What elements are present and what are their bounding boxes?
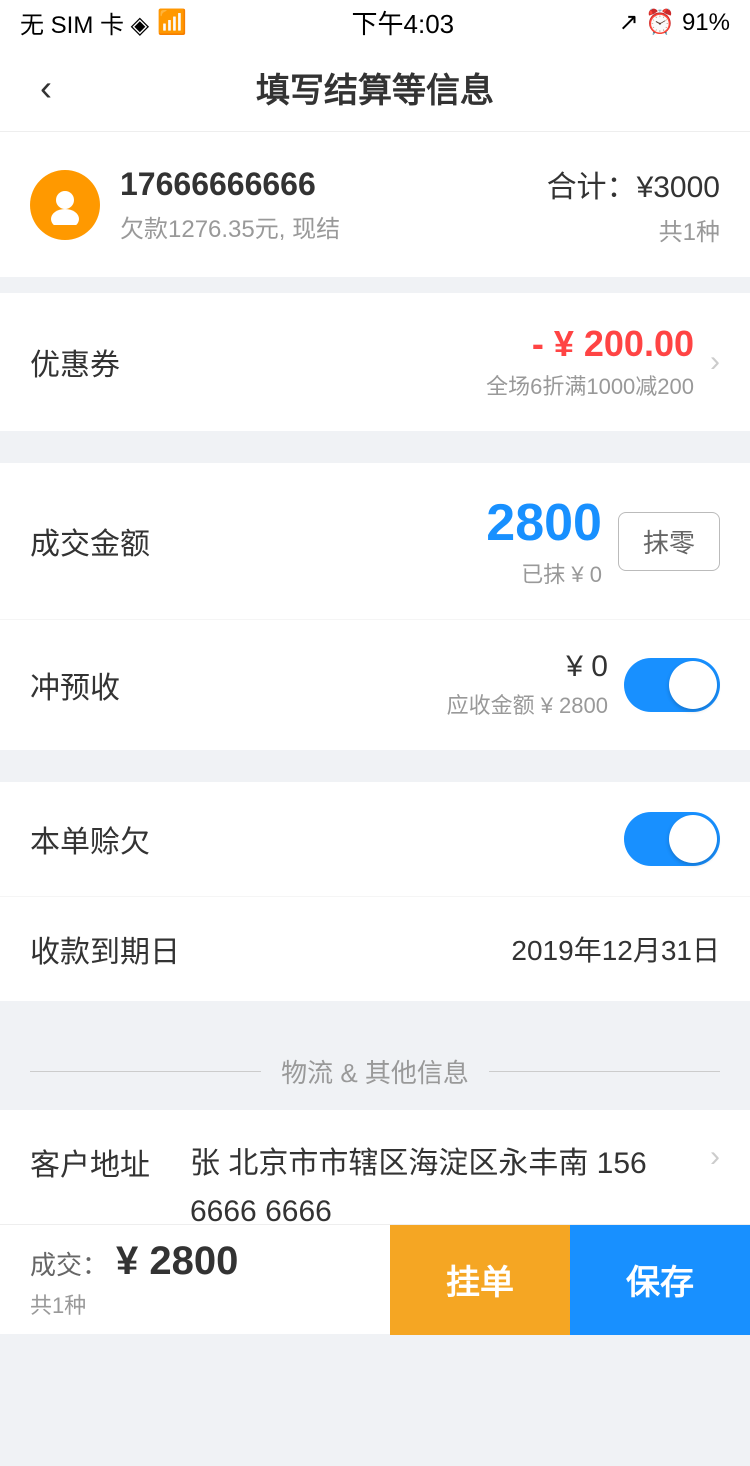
separator-2 [0,766,750,782]
already-rounded: 已抹 ¥ 0 [486,557,602,589]
customer-debt: 欠款1276.35元, 现结 [120,209,340,244]
footer-info: 成交： ¥ 2800 共1种 [0,1239,390,1320]
customer-left: 17666666666 欠款1276.35元, 现结 [30,166,340,244]
save-button[interactable]: 保存 [570,1225,750,1335]
advance-right: ¥ 0 应收金额 ¥ 2800 [447,650,720,720]
deal-amount-right: 2800 已抹 ¥ 0 抹零 [486,493,720,589]
status-right: ↗ ⏰ 91% [619,8,730,37]
back-button[interactable]: ‹ [30,57,62,119]
footer: 成交： ¥ 2800 共1种 挂单 保存 [0,1224,750,1334]
discount-desc: 全场6折满1000减200 [486,369,694,401]
deal-amount-section: 成交金额 2800 已抹 ¥ 0 抹零 冲预收 ¥ 0 应收金额 ¥ 2800 [0,463,750,750]
address-chevron-icon: › [710,1140,720,1174]
divider-line-right [489,1071,720,1072]
debt-toggle-knob [669,815,717,863]
status-time: 下午4:03 [352,4,455,41]
item-count: 共1种 [547,212,720,247]
separator-1 [0,447,750,463]
footer-deal: 成交： ¥ 2800 [30,1239,360,1284]
deal-amount-row: 成交金额 2800 已抹 ¥ 0 抹零 [0,463,750,620]
customer-total: 合计：¥3000 共1种 [547,162,720,247]
avatar [30,170,100,240]
divider-line-left [30,1071,261,1072]
coupon-label: 优惠券 [30,340,120,384]
total-amount: 合计：¥3000 [547,162,720,206]
footer-count: 共1种 [30,1288,360,1320]
logistics-divider: 物流 & 其他信息 [0,1033,750,1110]
due-date-value: 2019年12月31日 [511,929,720,969]
discount-value: - ¥ 200.00 [486,323,694,365]
debt-toggle[interactable] [624,812,720,866]
separator-3 [0,1017,750,1033]
debt-right [624,812,720,866]
coupon-section: 优惠券 - ¥ 200.00 全场6折满1000减200 › [0,293,750,431]
debt-section: 本单赊欠 收款到期日 2019年12月31日 [0,782,750,1001]
advance-sub: 应收金额 ¥ 2800 [447,688,608,720]
due-date-label: 收款到期日 [30,927,180,971]
customer-phone: 17666666666 [120,166,340,203]
toggle-knob [669,661,717,709]
address-value: 张 北京市市辖区海淀区永丰南 156 6666 6666 [190,1140,690,1236]
coupon-right: - ¥ 200.00 全场6折满1000减200 › [486,323,720,401]
nav-bar: ‹ 填写结算等信息 [0,44,750,132]
advance-row: 冲预收 ¥ 0 应收金额 ¥ 2800 [0,620,750,750]
advance-label: 冲预收 [30,663,120,707]
no-sim-text: 无 SIM 卡 ◈ [20,5,149,40]
deal-amount-value: 2800 [486,493,602,553]
debt-label: 本单赊欠 [30,817,150,861]
round-button[interactable]: 抹零 [618,512,720,571]
chevron-icon: › [710,345,720,379]
advance-toggle[interactable] [624,658,720,712]
advance-amount: ¥ 0 [447,650,608,684]
status-left: 无 SIM 卡 ◈ 📶 [20,5,187,40]
debt-row: 本单赊欠 [0,782,750,897]
status-bar: 无 SIM 卡 ◈ 📶 下午4:03 ↗ ⏰ 91% [0,0,750,44]
due-date-right: 2019年12月31日 [511,929,720,969]
hang-button[interactable]: 挂单 [390,1225,570,1335]
deal-amount-label: 成交金额 [30,519,150,563]
customer-card: 17666666666 欠款1276.35元, 现结 合计：¥3000 共1种 [0,132,750,277]
wifi-icon: 📶 [157,8,187,37]
customer-info: 17666666666 欠款1276.35元, 现结 [120,166,340,244]
logistics-label: 物流 & 其他信息 [281,1053,469,1090]
coupon-row[interactable]: 优惠券 - ¥ 200.00 全场6折满1000减200 › [0,293,750,431]
footer-deal-value: ¥ 2800 [116,1239,238,1284]
page-title: 填写结算等信息 [256,63,494,112]
footer-deal-label: 成交： [30,1245,108,1282]
address-label: 客户地址 [30,1140,170,1184]
due-date-row: 收款到期日 2019年12月31日 [0,897,750,1001]
battery-info: ↗ ⏰ 91% [619,8,730,37]
